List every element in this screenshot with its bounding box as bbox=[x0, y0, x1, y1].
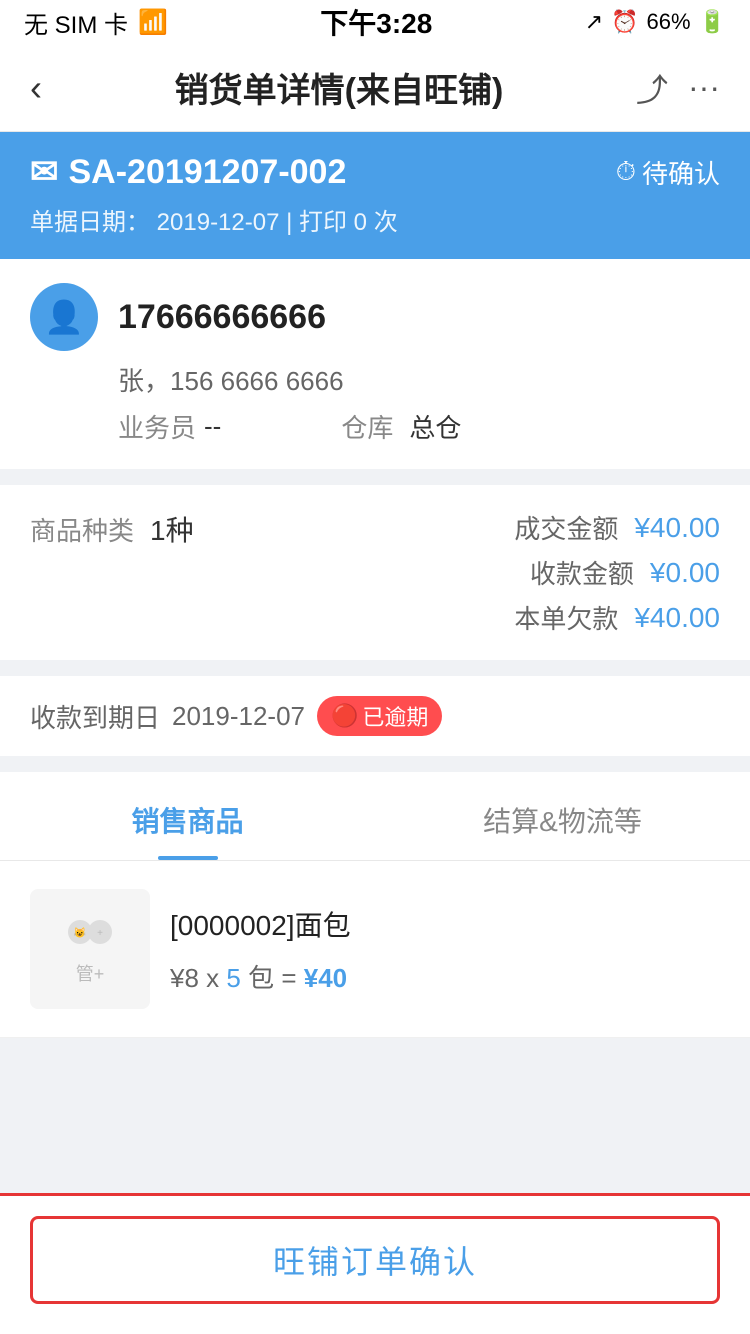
svg-text:+: + bbox=[97, 928, 103, 939]
due-date-label: 收款到期日 bbox=[30, 698, 160, 735]
battery-text: 66% bbox=[647, 9, 691, 35]
order-status: 待确认 bbox=[642, 154, 720, 191]
avatar-icon: 👤 bbox=[44, 298, 84, 336]
wifi-icon: 📶 bbox=[138, 8, 168, 37]
due-date-section: 收款到期日 2019-12-07 🔴 已逾期 bbox=[0, 676, 750, 756]
warehouse-value: 总仓 bbox=[409, 408, 461, 445]
order-date-line: 单据日期： 2019-12-07 | 打印 0 次 bbox=[30, 202, 720, 237]
product-list: 😺 + 管+ [0000002]面包 ¥8 x 5 包 = ¥40 bbox=[0, 861, 750, 1038]
tab-sales-products[interactable]: 销售商品 bbox=[0, 772, 375, 860]
nav-actions: ⤴ ··· bbox=[636, 65, 720, 111]
status-clock-icon: ⏱ bbox=[616, 156, 636, 188]
overdue-badge: 🔴 已逾期 bbox=[317, 696, 442, 736]
total-price: ¥40 bbox=[304, 963, 347, 993]
warehouse-label: 仓库 bbox=[341, 408, 393, 445]
svg-text:😺: 😺 bbox=[74, 927, 87, 939]
battery-icon: 🔋 bbox=[699, 9, 726, 35]
sales-label: 业务员 bbox=[118, 408, 196, 445]
product-thumbnail: 😺 + 管+ bbox=[30, 889, 150, 1009]
received-value: ¥0.00 bbox=[650, 557, 720, 589]
status-bar: 无 SIM 卡 📶 下午3:28 ↗ ⏰ 66% 🔋 bbox=[0, 0, 750, 44]
bottom-bar: 旺铺订单确认 bbox=[0, 1193, 750, 1334]
alarm-icon: ⏰ bbox=[611, 9, 638, 35]
status-right: ↗ ⏰ 66% 🔋 bbox=[585, 9, 726, 35]
avatar: 👤 bbox=[30, 283, 98, 351]
carrier-text: 无 SIM 卡 bbox=[24, 5, 128, 40]
quantity: 5 bbox=[226, 963, 240, 993]
share-icon[interactable]: ⤴ bbox=[636, 65, 668, 111]
table-row: 😺 + 管+ [0000002]面包 ¥8 x 5 包 = ¥40 bbox=[0, 861, 750, 1038]
overdue-text: 已逾期 bbox=[362, 700, 428, 732]
product-name: [0000002]面包 bbox=[170, 904, 720, 944]
product-type-value: 1种 bbox=[150, 509, 194, 549]
customer-section: 👤 17666666666 张，156 6666 6666 业务员 -- 仓库 … bbox=[0, 259, 750, 469]
product-info: [0000002]面包 ¥8 x 5 包 = ¥40 bbox=[170, 904, 720, 995]
customer-name-detail: 张，156 6666 6666 bbox=[30, 361, 720, 398]
overdue-icon: 🔴 bbox=[331, 703, 358, 729]
transaction-label: 成交金额 bbox=[514, 509, 618, 546]
order-id-text: SA-20191207-002 bbox=[69, 153, 347, 192]
back-button[interactable]: ‹ bbox=[30, 67, 42, 109]
nav-bar: ‹ 销货单详情(来自旺铺) ⤴ ··· bbox=[0, 44, 750, 132]
logo-text: 管+ bbox=[76, 960, 105, 986]
customer-phone: 17666666666 bbox=[118, 298, 326, 337]
summary-section: 商品种类 1种 成交金额 ¥40.00 收款金额 ¥0.00 本单欠款 ¥40.… bbox=[0, 485, 750, 660]
status-time: 下午3:28 bbox=[320, 2, 432, 42]
confirm-order-button[interactable]: 旺铺订单确认 bbox=[30, 1216, 720, 1304]
tabs-section: 销售商品 结算&物流等 bbox=[0, 772, 750, 861]
location-icon: ↗ bbox=[585, 9, 603, 35]
more-icon[interactable]: ··· bbox=[688, 69, 720, 106]
status-left: 无 SIM 卡 📶 bbox=[24, 5, 168, 40]
sales-value: -- bbox=[204, 411, 221, 442]
page-title: 销货单详情(来自旺铺) bbox=[175, 63, 504, 112]
order-icon: ✉ bbox=[30, 152, 59, 192]
product-type-label: 商品种类 bbox=[30, 511, 134, 548]
customer-meta: 业务员 -- 仓库 总仓 bbox=[30, 408, 720, 445]
owed-label: 本单欠款 bbox=[514, 599, 618, 636]
owed-value: ¥40.00 bbox=[634, 602, 720, 634]
unit-price: ¥8 bbox=[170, 963, 199, 993]
order-header: ✉ SA-20191207-002 ⏱ 待确认 单据日期： 2019-12-07… bbox=[0, 132, 750, 259]
tab-settlement-logistics[interactable]: 结算&物流等 bbox=[375, 772, 750, 860]
product-price-row: ¥8 x 5 包 = ¥40 bbox=[170, 958, 720, 995]
tabs-row: 销售商品 结算&物流等 bbox=[0, 772, 750, 861]
due-date-value: 2019-12-07 bbox=[172, 701, 305, 732]
transaction-value: ¥40.00 bbox=[634, 512, 720, 544]
received-label: 收款金额 bbox=[530, 554, 634, 591]
